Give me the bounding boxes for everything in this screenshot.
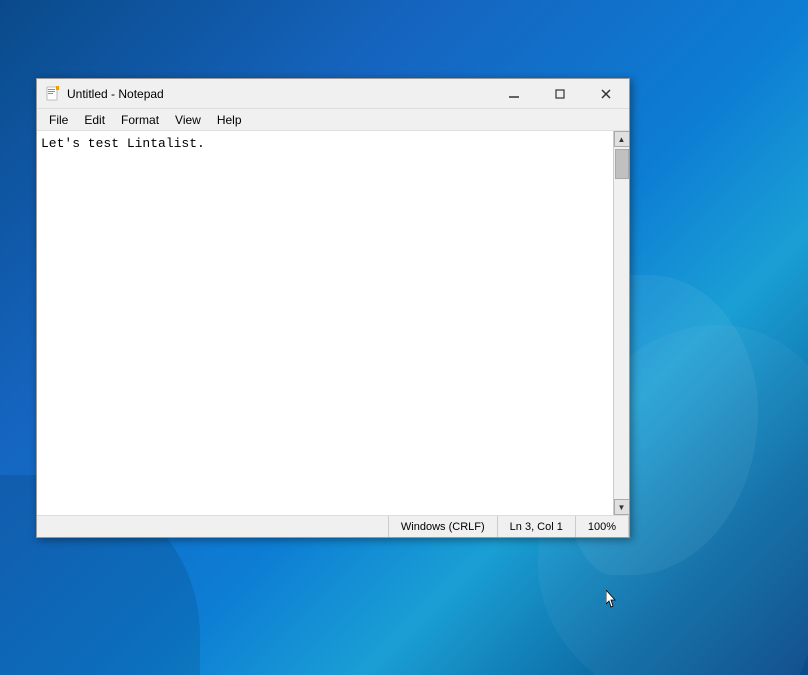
vertical-scrollbar[interactable]: ▲ ▼ <box>613 131 629 515</box>
minimize-button[interactable] <box>491 79 537 109</box>
status-encoding: Windows (CRLF) <box>389 516 498 537</box>
menu-format[interactable]: Format <box>113 111 167 129</box>
status-bar: Windows (CRLF) Ln 3, Col 1 100% <box>37 515 629 537</box>
notepad-window: Untitled - Notepad File Edi <box>36 78 630 538</box>
title-bar-left: Untitled - Notepad <box>45 86 164 102</box>
menu-file[interactable]: File <box>41 111 76 129</box>
scroll-track[interactable] <box>614 147 629 499</box>
status-zoom: 100% <box>576 516 629 537</box>
close-button[interactable] <box>583 79 629 109</box>
scroll-down-button[interactable]: ▼ <box>614 499 630 515</box>
maximize-button[interactable] <box>537 79 583 109</box>
menu-help[interactable]: Help <box>209 111 250 129</box>
menu-view[interactable]: View <box>167 111 209 129</box>
text-editor[interactable]: Let's test Lintalist. <box>37 131 613 515</box>
status-line-col: Ln 3, Col 1 <box>498 516 576 537</box>
scroll-up-button[interactable]: ▲ <box>614 131 630 147</box>
editor-area: Let's test Lintalist. ▲ ▼ <box>37 131 629 515</box>
title-bar: Untitled - Notepad <box>37 79 629 109</box>
window-title: Untitled - Notepad <box>67 87 164 101</box>
notepad-icon <box>45 86 61 102</box>
status-spacer <box>37 516 389 537</box>
menu-bar: File Edit Format View Help <box>37 109 629 131</box>
title-bar-buttons <box>491 79 629 108</box>
menu-edit[interactable]: Edit <box>76 111 113 129</box>
scroll-thumb[interactable] <box>615 149 629 179</box>
